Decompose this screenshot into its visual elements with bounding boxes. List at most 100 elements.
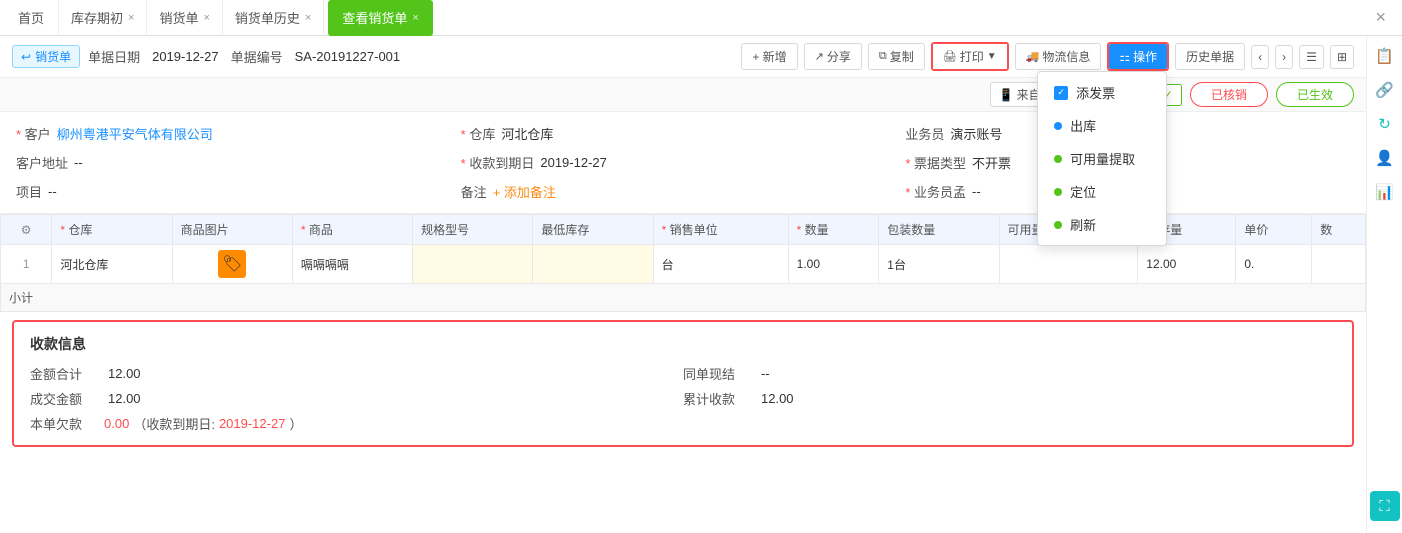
current-due-value: 0.00 bbox=[104, 416, 129, 431]
project-field: 项目 -- bbox=[16, 182, 461, 201]
cell-stock: 12.00 bbox=[1138, 245, 1236, 284]
col-amount: 数 bbox=[1312, 215, 1366, 245]
address-value: -- bbox=[74, 155, 83, 170]
cell-index: 1 bbox=[1, 245, 52, 284]
doc-date-label: 单据日期 bbox=[88, 47, 140, 66]
dot-green-icon bbox=[1054, 155, 1062, 163]
doc-info: 单据日期 2019-12-27 单据编号 SA-20191227-001 bbox=[88, 47, 400, 66]
subtotal-label: 小计 bbox=[1, 284, 1366, 312]
amount-value: 12.00 bbox=[108, 366, 141, 381]
tab-home[interactable]: 首页 bbox=[4, 0, 59, 36]
col-product: * 商品 bbox=[292, 215, 412, 245]
transaction-value: 12.00 bbox=[108, 391, 141, 406]
view-list-button[interactable]: ☰ bbox=[1299, 45, 1324, 69]
sidebar-icon-edit[interactable]: 📋 bbox=[1373, 44, 1397, 68]
subtotal-row: 小计 bbox=[1, 284, 1366, 312]
dot-blue-icon bbox=[1054, 122, 1062, 130]
dot-green2-icon bbox=[1054, 188, 1062, 196]
note-field: 备注 + 添加备注 bbox=[461, 182, 906, 201]
summary-title: 收款信息 bbox=[30, 334, 1336, 354]
share-button[interactable]: ↗ 分享 bbox=[804, 43, 862, 70]
sidebar-icon-user[interactable]: 👤 bbox=[1373, 146, 1397, 170]
project-value: -- bbox=[48, 184, 57, 199]
close-window-button[interactable]: × bbox=[1363, 7, 1398, 28]
new-button[interactable]: + 新增 bbox=[741, 43, 797, 70]
amount-row: 金额合计 12.00 bbox=[30, 364, 683, 383]
sidebar-icon-refresh[interactable]: ↻ bbox=[1373, 112, 1397, 136]
col-gear[interactable]: ⚙ bbox=[1, 215, 52, 245]
view-grid-button[interactable]: ⊞ bbox=[1330, 45, 1354, 69]
customer-value[interactable]: 柳州粤港平安气体有限公司 bbox=[57, 124, 213, 143]
tab-sales[interactable]: 销货单 × bbox=[147, 0, 222, 36]
print-button-wrapper: 🖨 打印 ▼ bbox=[931, 42, 1009, 71]
product-image: 🏷 bbox=[218, 250, 246, 278]
cell-pack-qty: 1台 bbox=[879, 245, 999, 284]
effect-button[interactable]: 已生效 bbox=[1276, 82, 1354, 107]
tab-view-sales[interactable]: 查看销货单 × bbox=[328, 0, 432, 36]
close-icon[interactable]: × bbox=[128, 12, 134, 24]
checkbox-icon: ✓ bbox=[1054, 86, 1068, 100]
dropdown-item-outbound[interactable]: 出库 bbox=[1038, 109, 1166, 142]
customer-label: * 客户 bbox=[16, 124, 51, 143]
close-icon[interactable]: × bbox=[305, 12, 311, 24]
logistics-button[interactable]: 🚚 物流信息 bbox=[1015, 43, 1102, 70]
customer-field: * 客户 柳州粤港平安气体有限公司 bbox=[16, 124, 461, 143]
due-date-value: 2019-12-27 bbox=[219, 416, 286, 431]
summary-section: 收款信息 金额合计 12.00 同单现结 -- 成交金额 12.00 累计收款 … bbox=[12, 320, 1354, 447]
same-order-label: 同单现结 bbox=[683, 364, 753, 383]
history-button[interactable]: 历史单据 bbox=[1175, 43, 1245, 70]
operations-dropdown: ✓ 添发票 出库 可用量提取 定位 bbox=[1037, 71, 1167, 246]
close-icon[interactable]: × bbox=[412, 12, 418, 24]
cumulative-value: 12.00 bbox=[761, 391, 794, 406]
summary-grid: 金额合计 12.00 同单现结 -- 成交金额 12.00 累计收款 12.00… bbox=[30, 364, 1336, 433]
due-date-suffix: ） bbox=[289, 414, 302, 433]
tab-inventory[interactable]: 库存期初 × bbox=[59, 0, 147, 36]
project-label: 项目 bbox=[16, 182, 42, 201]
address-field: 客户地址 -- bbox=[16, 153, 461, 172]
dropdown-item-refresh[interactable]: 刷新 bbox=[1038, 208, 1166, 241]
cell-warehouse: 河北仓库 bbox=[52, 245, 172, 284]
col-spec: 规格型号 bbox=[413, 215, 533, 245]
payment-date-value: 2019-12-27 bbox=[540, 155, 607, 170]
copy-button[interactable]: ⧉ 复制 bbox=[868, 43, 925, 70]
sold-button[interactable]: 已核销 bbox=[1190, 82, 1268, 107]
cell-spec bbox=[413, 245, 533, 284]
operations-button-wrapper: ⚏ 操作 ✓ 添发票 出库 可用量提取 bbox=[1107, 42, 1169, 71]
warehouse-label: * 仓库 bbox=[461, 124, 496, 143]
dropdown-item-available-qty[interactable]: 可用量提取 bbox=[1038, 142, 1166, 175]
doc-number-value: SA-20191227-001 bbox=[295, 49, 401, 64]
sidebar-icon-chart[interactable]: 📊 bbox=[1373, 180, 1397, 204]
cell-product-img: 🏷 bbox=[172, 245, 292, 284]
due-date-label: （收款到期日: bbox=[133, 414, 215, 433]
cumulative-row: 累计收款 12.00 bbox=[683, 389, 1336, 408]
cell-price: 0. bbox=[1236, 245, 1312, 284]
current-due-row: 本单欠款 0.00 （收款到期日: 2019-12-27 ） bbox=[30, 414, 683, 433]
print-button[interactable]: 🖨 打印 ▼ bbox=[933, 44, 1007, 69]
tab-bar: 首页 库存期初 × 销货单 × 销货单历史 × 查看销货单 × × bbox=[0, 0, 1402, 36]
toolbar-actions: + 新增 ↗ 分享 ⧉ 复制 🖨 打印 ▼ 🚚 物流信息 bbox=[741, 42, 1354, 71]
staff-label: 业务员 bbox=[905, 124, 944, 143]
doc-number-label: 单据编号 bbox=[231, 47, 283, 66]
warehouse-field: * 仓库 河北仓库 bbox=[461, 124, 906, 143]
nav-next-button[interactable]: › bbox=[1275, 45, 1293, 69]
col-quantity: * 数量 bbox=[788, 215, 879, 245]
dropdown-item-add-invoice[interactable]: ✓ 添发票 bbox=[1038, 76, 1166, 109]
right-sidebar: 📋 🔗 ↻ 👤 📊 ⛶ bbox=[1366, 36, 1402, 533]
cell-product: 嗝嗝嗝嗝 bbox=[292, 245, 412, 284]
add-note-button[interactable]: + 添加备注 bbox=[493, 182, 556, 201]
bill-type-label: * 票据类型 bbox=[905, 153, 966, 172]
dropdown-item-locate[interactable]: 定位 bbox=[1038, 175, 1166, 208]
close-icon[interactable]: × bbox=[203, 12, 209, 24]
same-order-row: 同单现结 -- bbox=[683, 364, 1336, 383]
operations-button[interactable]: ⚏ 操作 bbox=[1109, 44, 1167, 69]
tab-sales-history[interactable]: 销货单历史 × bbox=[223, 0, 324, 36]
sidebar-icon-link[interactable]: 🔗 bbox=[1373, 78, 1397, 102]
transaction-label: 成交金额 bbox=[30, 389, 100, 408]
table-row: 1 河北仓库 🏷 嗝嗝嗝嗝 台 1.00 1台 12.00 0. bbox=[1, 245, 1366, 284]
nav-prev-button[interactable]: ‹ bbox=[1251, 45, 1269, 69]
doc-type-badge: ↩ 销货单 bbox=[12, 45, 80, 68]
transaction-row: 成交金额 12.00 bbox=[30, 389, 683, 408]
sidebar-icon-expand[interactable]: ⛶ bbox=[1370, 491, 1400, 521]
address-label: 客户地址 bbox=[16, 153, 68, 172]
col-product-img: 商品图片 bbox=[172, 215, 292, 245]
